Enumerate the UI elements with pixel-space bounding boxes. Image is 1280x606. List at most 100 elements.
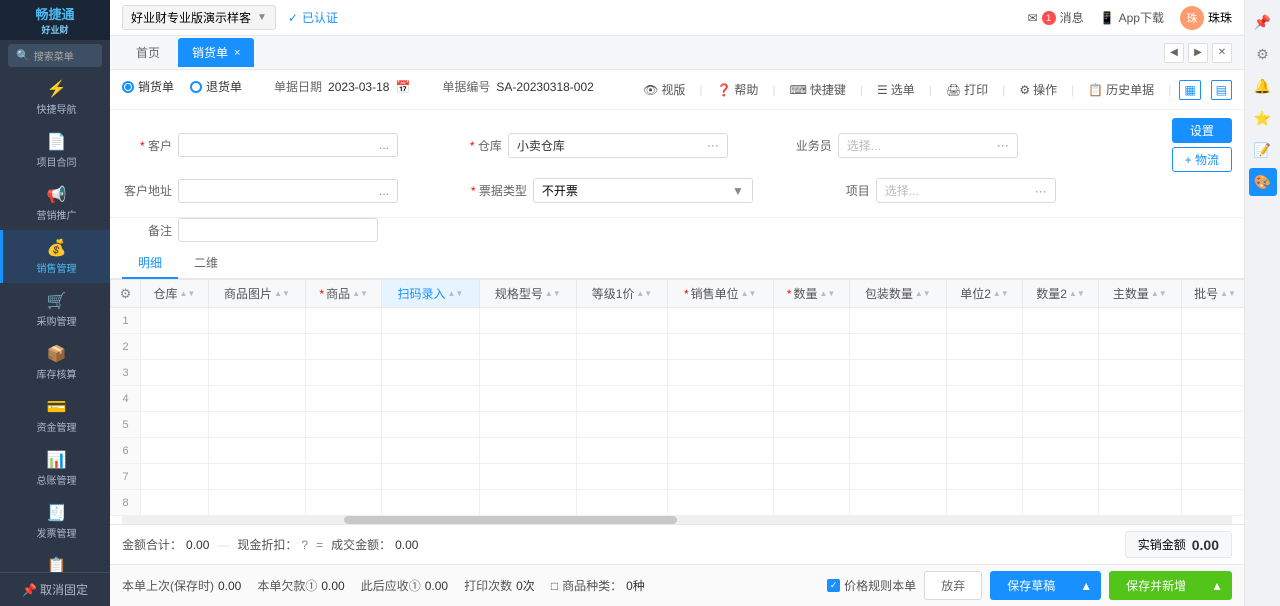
sidebar-item-inventory[interactable]: 📦 库存核算: [0, 336, 110, 389]
cell-r7-c6[interactable]: [667, 464, 773, 490]
cell-r8-c4[interactable]: [479, 490, 576, 516]
address-dots[interactable]: ...: [379, 184, 389, 198]
cell-r4-c10[interactable]: [1023, 386, 1099, 412]
layout-btn-2[interactable]: ▤: [1211, 80, 1232, 100]
cell-r4-c12[interactable]: [1181, 386, 1244, 412]
cell-r5-c2[interactable]: [306, 412, 382, 438]
cell-r3-c0[interactable]: [141, 360, 209, 386]
cell-r2-c3[interactable]: [382, 334, 479, 360]
cell-r8-c2[interactable]: [306, 490, 382, 516]
cell-r3-c12[interactable]: [1181, 360, 1244, 386]
select-btn[interactable]: ☰ 选单: [871, 79, 921, 100]
tab-nav-next[interactable]: ▶: [1188, 43, 1208, 63]
gear-col-icon[interactable]: ⚙: [120, 286, 132, 301]
cell-r4-c7[interactable]: [773, 386, 849, 412]
tab-sales-order[interactable]: 销货单 ×: [178, 38, 254, 67]
sidebar-item-tax[interactable]: 📋 税务管理: [0, 548, 110, 572]
cell-r4-c1[interactable]: [208, 386, 305, 412]
cell-r3-c1[interactable]: [208, 360, 305, 386]
tab-home[interactable]: 首页: [122, 38, 174, 67]
invoice-select[interactable]: 不开票 ▼: [533, 178, 753, 203]
cell-r2-c0[interactable]: [141, 334, 209, 360]
cell-r3-c4[interactable]: [479, 360, 576, 386]
right-panel-settings[interactable]: ⚙: [1249, 40, 1277, 68]
sidebar-item-purchase[interactable]: 🛒 采购管理: [0, 283, 110, 336]
cell-r4-c0[interactable]: [141, 386, 209, 412]
cell-r5-c3[interactable]: [382, 412, 479, 438]
radio-sales[interactable]: 销货单: [122, 78, 174, 95]
cell-r3-c7[interactable]: [773, 360, 849, 386]
cell-r4-c8[interactable]: [849, 386, 946, 412]
cell-r2-c2[interactable]: [306, 334, 382, 360]
save-draft-btn[interactable]: 保存草稿: [990, 571, 1071, 600]
cell-r7-c9[interactable]: [946, 464, 1022, 490]
cell-r3-c3[interactable]: [382, 360, 479, 386]
cell-r7-c5[interactable]: [577, 464, 668, 490]
discard-btn[interactable]: 放弃: [924, 571, 982, 600]
cell-r2-c8[interactable]: [849, 334, 946, 360]
save-draft-arrow[interactable]: ▲: [1071, 571, 1101, 600]
cell-r4-c3[interactable]: [382, 386, 479, 412]
cell-r8-c0[interactable]: [141, 490, 209, 516]
cell-r1-c8[interactable]: [849, 308, 946, 334]
cell-r6-c11[interactable]: [1099, 438, 1182, 464]
cell-r5-c0[interactable]: [141, 412, 209, 438]
cell-r5-c9[interactable]: [946, 412, 1022, 438]
cell-r1-c0[interactable]: [141, 308, 209, 334]
cell-r1-c5[interactable]: [577, 308, 668, 334]
cell-r7-c1[interactable]: [208, 464, 305, 490]
company-selector[interactable]: 好业财专业版演示样客 ▼: [122, 5, 276, 30]
cell-r5-c7[interactable]: [773, 412, 849, 438]
right-panel-star[interactable]: ⭐: [1249, 104, 1277, 132]
note-input[interactable]: [178, 218, 378, 242]
cell-r4-c5[interactable]: [577, 386, 668, 412]
cell-r6-c10[interactable]: [1023, 438, 1099, 464]
cell-r2-c10[interactable]: [1023, 334, 1099, 360]
shortcut-btn[interactable]: ⌨ 快捷键: [784, 79, 852, 100]
operate-btn[interactable]: ⚙ 操作: [1013, 79, 1063, 100]
warehouse-input[interactable]: 小卖仓库 ···: [508, 133, 728, 158]
sidebar-item-finance[interactable]: 💳 资金管理: [0, 389, 110, 442]
cell-r1-c4[interactable]: [479, 308, 576, 334]
cell-r8-c11[interactable]: [1099, 490, 1182, 516]
right-panel-pin[interactable]: 📌: [1249, 8, 1277, 36]
cell-r8-c12[interactable]: [1181, 490, 1244, 516]
cell-r8-c5[interactable]: [577, 490, 668, 516]
address-input[interactable]: ...: [178, 179, 398, 203]
cell-r2-c7[interactable]: [773, 334, 849, 360]
view-btn[interactable]: 👁 视版: [637, 79, 691, 100]
save-new-btn[interactable]: 保存并新增: [1109, 571, 1202, 600]
cell-r6-c12[interactable]: [1181, 438, 1244, 464]
help-btn[interactable]: ❓ 帮助: [710, 79, 764, 100]
cell-r1-c2[interactable]: [306, 308, 382, 334]
layout-btn-1[interactable]: ▦: [1179, 80, 1200, 100]
cell-r2-c5[interactable]: [577, 334, 668, 360]
cell-r3-c2[interactable]: [306, 360, 382, 386]
cell-r6-c1[interactable]: [208, 438, 305, 464]
cell-r2-c12[interactable]: [1181, 334, 1244, 360]
cell-r8-c1[interactable]: [208, 490, 305, 516]
project-input[interactable]: 选择... ···: [876, 178, 1056, 203]
tab-2d[interactable]: 二维: [178, 248, 234, 279]
cell-r3-c8[interactable]: [849, 360, 946, 386]
cell-r7-c0[interactable]: [141, 464, 209, 490]
cell-r2-c6[interactable]: [667, 334, 773, 360]
cancel-pin-item[interactable]: 📌 取消固定: [22, 581, 88, 598]
cell-r8-c10[interactable]: [1023, 490, 1099, 516]
cell-r4-c4[interactable]: [479, 386, 576, 412]
cell-r7-c7[interactable]: [773, 464, 849, 490]
cell-r6-c8[interactable]: [849, 438, 946, 464]
print-btn[interactable]: 🖨 打印: [940, 79, 994, 100]
cell-r7-c8[interactable]: [849, 464, 946, 490]
cell-r4-c6[interactable]: [667, 386, 773, 412]
cell-r2-c11[interactable]: [1099, 334, 1182, 360]
sidebar-item-marketing[interactable]: 📢 营销推广: [0, 177, 110, 230]
cell-r5-c11[interactable]: [1099, 412, 1182, 438]
cell-r5-c4[interactable]: [479, 412, 576, 438]
cell-r3-c11[interactable]: [1099, 360, 1182, 386]
price-check-label[interactable]: ✓ 价格规则本单: [827, 577, 916, 594]
cell-r3-c6[interactable]: [667, 360, 773, 386]
right-panel-note[interactable]: 📝: [1249, 136, 1277, 164]
cell-r8-c3[interactable]: [382, 490, 479, 516]
cell-r1-c3[interactable]: [382, 308, 479, 334]
